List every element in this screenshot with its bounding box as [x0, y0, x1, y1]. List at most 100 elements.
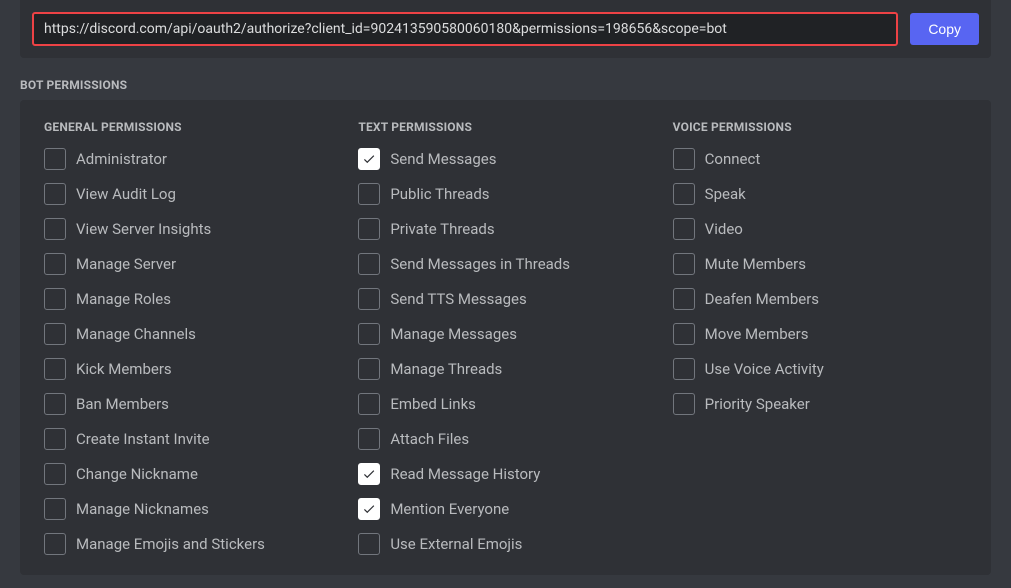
permission-label[interactable]: Manage Threads: [390, 360, 502, 378]
permission-label[interactable]: Private Threads: [390, 220, 494, 238]
permission-checkbox[interactable]: [44, 288, 66, 310]
permission-checkbox[interactable]: [44, 183, 66, 205]
permission-label[interactable]: Video: [705, 220, 743, 238]
permission-item: Manage Messages: [358, 323, 652, 345]
permission-label[interactable]: Attach Files: [390, 430, 469, 448]
permission-label[interactable]: Kick Members: [76, 360, 172, 378]
permission-checkbox[interactable]: [673, 323, 695, 345]
permission-label[interactable]: Create Instant Invite: [76, 430, 210, 448]
permission-checkbox[interactable]: [44, 253, 66, 275]
permission-label[interactable]: Priority Speaker: [705, 395, 810, 413]
permission-item: Video: [673, 218, 967, 240]
permission-item: Send TTS Messages: [358, 288, 652, 310]
permission-checkbox[interactable]: [673, 253, 695, 275]
text-permissions-list: Send Messages Public Threads Private Threa…: [358, 148, 652, 555]
permission-label[interactable]: Deafen Members: [705, 290, 819, 308]
permission-checkbox[interactable]: [44, 393, 66, 415]
permission-item: Use Voice Activity: [673, 358, 967, 380]
permission-checkbox[interactable]: [44, 428, 66, 450]
permission-checkbox[interactable]: [358, 218, 380, 240]
permission-item: Kick Members: [44, 358, 338, 380]
permission-item: Manage Emojis and Stickers: [44, 533, 338, 555]
permission-label[interactable]: Manage Nicknames: [76, 500, 209, 518]
permission-checkbox[interactable]: [44, 148, 66, 170]
permission-label[interactable]: Read Message History: [390, 465, 540, 483]
permission-label[interactable]: Public Threads: [390, 185, 489, 203]
permission-checkbox[interactable]: [673, 358, 695, 380]
permission-checkbox[interactable]: [358, 323, 380, 345]
permission-checkbox[interactable]: [673, 218, 695, 240]
permission-checkbox[interactable]: [358, 288, 380, 310]
permission-item: Embed Links: [358, 393, 652, 415]
permission-checkbox[interactable]: [358, 358, 380, 380]
permission-item: Connect: [673, 148, 967, 170]
permission-checkbox[interactable]: [44, 533, 66, 555]
permission-checkbox[interactable]: [358, 393, 380, 415]
permission-item: Move Members: [673, 323, 967, 345]
permission-checkbox[interactable]: [358, 463, 380, 485]
permission-label[interactable]: Send Messages in Threads: [390, 255, 570, 273]
permission-label[interactable]: Mention Everyone: [390, 500, 509, 518]
permission-checkbox[interactable]: [358, 253, 380, 275]
permission-item: View Server Insights: [44, 218, 338, 240]
bot-permissions-label: BOT PERMISSIONS: [20, 78, 991, 92]
permission-item: Priority Speaker: [673, 393, 967, 415]
permission-label[interactable]: Move Members: [705, 325, 809, 343]
url-panel: https://discord.com/api/oauth2/authorize…: [20, 0, 991, 58]
permission-item: Ban Members: [44, 393, 338, 415]
permission-item: Create Instant Invite: [44, 428, 338, 450]
copy-button[interactable]: Copy: [910, 13, 979, 45]
permission-checkbox[interactable]: [673, 288, 695, 310]
permission-checkbox[interactable]: [673, 393, 695, 415]
permission-label[interactable]: Send TTS Messages: [390, 290, 526, 308]
permission-item: Attach Files: [358, 428, 652, 450]
permission-checkbox[interactable]: [44, 323, 66, 345]
permission-item: Mention Everyone: [358, 498, 652, 520]
permission-checkbox[interactable]: [358, 148, 380, 170]
permission-item: Change Nickname: [44, 463, 338, 485]
permission-checkbox[interactable]: [358, 498, 380, 520]
permission-checkbox[interactable]: [673, 183, 695, 205]
permission-label[interactable]: View Server Insights: [76, 220, 211, 238]
permission-checkbox[interactable]: [358, 533, 380, 555]
permission-label[interactable]: Manage Emojis and Stickers: [76, 535, 265, 553]
permission-checkbox[interactable]: [44, 498, 66, 520]
permission-label[interactable]: Send Messages: [390, 150, 496, 168]
permission-checkbox[interactable]: [673, 148, 695, 170]
permission-label[interactable]: Manage Roles: [76, 290, 171, 308]
general-permissions-header: GENERAL PERMISSIONS: [44, 120, 338, 134]
permission-item: Manage Server: [44, 253, 338, 275]
permission-label[interactable]: Manage Messages: [390, 325, 517, 343]
permission-label[interactable]: Connect: [705, 150, 761, 168]
permission-checkbox[interactable]: [44, 218, 66, 240]
permission-label[interactable]: Use External Emojis: [390, 535, 522, 553]
oauth-url-box[interactable]: https://discord.com/api/oauth2/authorize…: [32, 12, 898, 46]
permission-label[interactable]: Manage Channels: [76, 325, 196, 343]
text-permissions-header: TEXT PERMISSIONS: [358, 120, 652, 134]
permission-label[interactable]: View Audit Log: [76, 185, 176, 203]
permission-checkbox[interactable]: [358, 428, 380, 450]
permission-item: Manage Threads: [358, 358, 652, 380]
permission-item: Public Threads: [358, 183, 652, 205]
voice-permissions-list: Connect Speak Video Mute Members Deafen Memb…: [673, 148, 967, 415]
voice-permissions-column: VOICE PERMISSIONS ConnectSpeakVideoMute …: [673, 120, 967, 555]
permission-label[interactable]: Mute Members: [705, 255, 806, 273]
permission-checkbox[interactable]: [358, 183, 380, 205]
permission-label[interactable]: Embed Links: [390, 395, 476, 413]
permission-label[interactable]: Administrator: [76, 150, 167, 168]
permission-item: Mute Members: [673, 253, 967, 275]
permission-checkbox[interactable]: [44, 358, 66, 380]
permission-label[interactable]: Manage Server: [76, 255, 176, 273]
permission-checkbox[interactable]: [44, 463, 66, 485]
permission-label[interactable]: Use Voice Activity: [705, 360, 824, 378]
general-permissions-column: GENERAL PERMISSIONS Administrator View Au…: [44, 120, 338, 555]
permission-label[interactable]: Ban Members: [76, 395, 169, 413]
general-permissions-list: Administrator View Audit Log View Server I…: [44, 148, 338, 555]
permission-label[interactable]: Change Nickname: [76, 465, 198, 483]
permission-item: Manage Roles: [44, 288, 338, 310]
permission-label[interactable]: Speak: [705, 185, 746, 203]
permission-item: Send Messages: [358, 148, 652, 170]
permission-item: View Audit Log: [44, 183, 338, 205]
permission-item: Private Threads: [358, 218, 652, 240]
permissions-panel: GENERAL PERMISSIONS Administrator View Au…: [20, 100, 991, 575]
